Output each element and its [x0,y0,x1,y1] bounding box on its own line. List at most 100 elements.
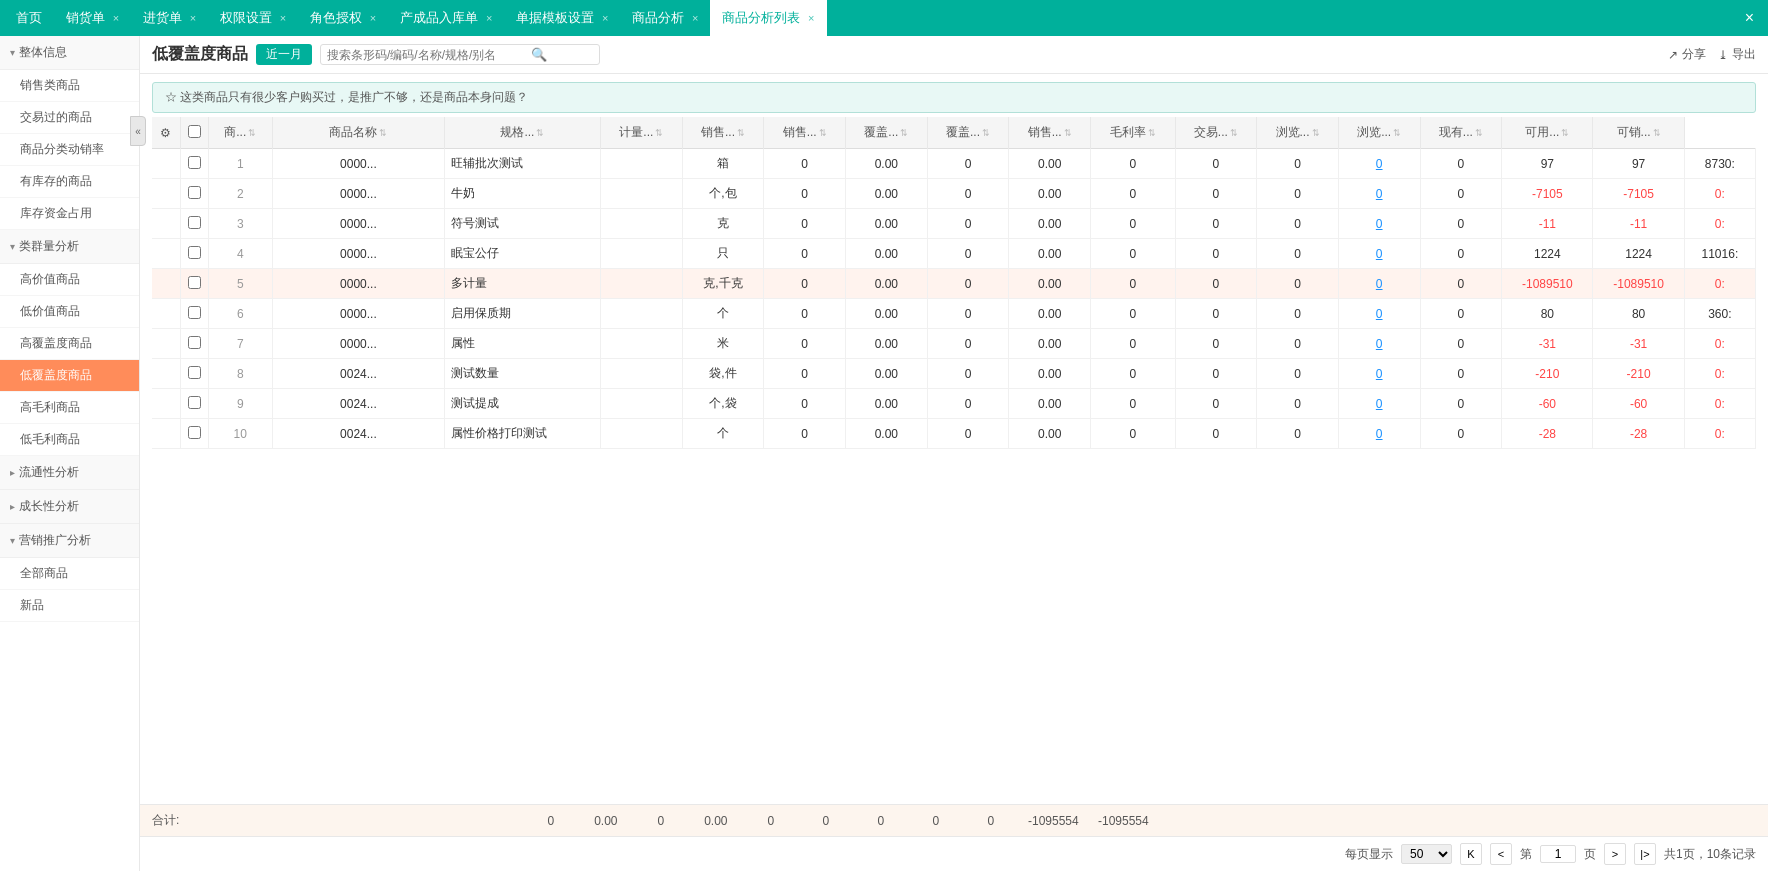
row-checkbox-0[interactable] [188,156,201,169]
sidebar-section-liquidity[interactable]: ▸ 流通性分析 [0,456,139,490]
cell-browse1-9[interactable]: 0 [1338,419,1420,449]
cell-checkbox-8[interactable] [180,389,208,419]
cell-checkbox-1[interactable] [180,179,208,209]
col-trade[interactable]: 交易...⇅ [1175,117,1257,149]
row-checkbox-4[interactable] [188,276,201,289]
nav-home[interactable]: 首页 [4,0,54,36]
nav-item-4[interactable]: 产成品入库单 × [388,0,504,36]
nav-close-5[interactable]: × [602,12,608,24]
col-saleable[interactable]: 可销...⇅ [1593,117,1684,149]
cell-browse1-3[interactable]: 0 [1338,239,1420,269]
col-usable[interactable]: 可用...⇅ [1502,117,1593,149]
sidebar-item-low-value[interactable]: 低价值商品 [0,296,139,328]
sidebar-section-marketing[interactable]: ▾ 营销推广分析 [0,524,139,558]
col-browse1[interactable]: 浏览...⇅ [1257,117,1339,149]
share-button[interactable]: ↗ 分享 [1668,46,1706,63]
row-checkbox-7[interactable] [188,366,201,379]
nav-item-0[interactable]: 销货单 × [54,0,131,36]
page-number-input[interactable] [1540,845,1576,863]
sidebar-item-traded-goods[interactable]: 交易过的商品 [0,102,139,134]
sidebar-section-overall[interactable]: ▾ 整体信息 [0,36,139,70]
nav-close-0[interactable]: × [113,12,119,24]
cell-browse1-7[interactable]: 0 [1338,359,1420,389]
nav-item-5[interactable]: 单据模板设置 × [504,0,620,36]
row-checkbox-9[interactable] [188,426,201,439]
sidebar-item-high-coverage[interactable]: 高覆盖度商品 [0,328,139,360]
row-checkbox-6[interactable] [188,336,201,349]
nav-close-3[interactable]: × [370,12,376,24]
cell-checkbox-0[interactable] [180,149,208,179]
cell-browse1-1[interactable]: 0 [1338,179,1420,209]
row-checkbox-1[interactable] [188,186,201,199]
col-current[interactable]: 现有...⇅ [1420,117,1502,149]
nav-close-1[interactable]: × [190,12,196,24]
sidebar-item-low-margin[interactable]: 低毛利商品 [0,424,139,456]
nav-item-1[interactable]: 进货单 × [131,0,208,36]
nav-item-7[interactable]: 商品分析列表 × [710,0,826,36]
row-checkbox-3[interactable] [188,246,201,259]
first-page-button[interactable]: K [1460,843,1482,865]
row-checkbox-2[interactable] [188,216,201,229]
nav-item-6[interactable]: 商品分析 × [620,0,710,36]
last-page-button[interactable]: |> [1634,843,1656,865]
cell-checkbox-6[interactable] [180,329,208,359]
col-browse2[interactable]: 浏览...⇅ [1338,117,1420,149]
sidebar-collapse-button[interactable]: « [130,116,146,146]
period-button[interactable]: 近一月 [256,44,312,65]
col-name[interactable]: 商品名称⇅ [272,117,444,149]
sidebar-item-stocked-goods[interactable]: 有库存的商品 [0,166,139,198]
cell-browse1-5[interactable]: 0 [1338,299,1420,329]
nav-close-2[interactable]: × [280,12,286,24]
cell-sales3-1: 0 [1091,179,1176,209]
cell-settings-4 [152,269,180,299]
prev-page-button[interactable]: < [1490,843,1512,865]
col-sales1[interactable]: 销售...⇅ [682,117,764,149]
row-checkbox-5[interactable] [188,306,201,319]
nav-item-3[interactable]: 角色授权 × [298,0,388,36]
cell-checkbox-7[interactable] [180,359,208,389]
table-container[interactable]: ⚙ 商...⇅ 商品名称⇅ 规格...⇅ 计量...⇅ 销售...⇅ 销售...… [140,117,1768,804]
nav-close-7[interactable]: × [808,12,814,24]
nav-close-6[interactable]: × [692,12,698,24]
col-sales2[interactable]: 销售...⇅ [764,117,846,149]
cell-checkbox-2[interactable] [180,209,208,239]
cell-browse1-2[interactable]: 0 [1338,209,1420,239]
cell-browse1-0[interactable]: 0 [1338,149,1420,179]
export-button[interactable]: ⤓ 导出 [1718,46,1756,63]
search-input[interactable] [327,48,527,62]
nav-close-4[interactable]: × [486,12,492,24]
sidebar-item-category-rate[interactable]: 商品分类动销率 [0,134,139,166]
sidebar-item-all-goods[interactable]: 全部商品 [0,558,139,590]
sidebar-item-new-goods[interactable]: 新品 [0,590,139,622]
col-cover2[interactable]: 覆盖...⇅ [927,117,1009,149]
page-size-select[interactable]: 50 100 200 [1401,844,1452,864]
row-checkbox-8[interactable] [188,396,201,409]
col-gross[interactable]: 毛利率⇅ [1091,117,1176,149]
cell-browse1-4[interactable]: 0 [1338,269,1420,299]
sidebar-item-high-margin[interactable]: 高毛利商品 [0,392,139,424]
nav-item-2[interactable]: 权限设置 × [208,0,298,36]
col-checkbox[interactable] [180,117,208,149]
cell-checkbox-4[interactable] [180,269,208,299]
cell-browse1-8[interactable]: 0 [1338,389,1420,419]
cell-checkbox-5[interactable] [180,299,208,329]
col-cover1[interactable]: 覆盖...⇅ [846,117,928,149]
col-spec[interactable]: 规格...⇅ [444,117,600,149]
cell-spec-1 [600,179,682,209]
sidebar-item-high-value[interactable]: 高价值商品 [0,264,139,296]
cell-browse1-6[interactable]: 0 [1338,329,1420,359]
cell-checkbox-3[interactable] [180,239,208,269]
sidebar-item-sales-goods[interactable]: 销售类商品 [0,70,139,102]
col-code[interactable]: 商...⇅ [208,117,272,149]
next-page-button[interactable]: > [1604,843,1626,865]
col-sales3[interactable]: 销售...⇅ [1009,117,1091,149]
sidebar-item-inventory-funds[interactable]: 库存资金占用 [0,198,139,230]
sidebar-section-growth[interactable]: ▸ 成长性分析 [0,490,139,524]
cell-checkbox-9[interactable] [180,419,208,449]
sidebar-item-low-coverage[interactable]: 低覆盖度商品 [0,360,139,392]
nav-close-all[interactable]: × [1735,0,1764,36]
sidebar-section-group[interactable]: ▾ 类群量分析 [0,230,139,264]
col-settings[interactable]: ⚙ [152,117,180,149]
select-all-checkbox[interactable] [188,125,201,138]
col-unit[interactable]: 计量...⇅ [600,117,682,149]
